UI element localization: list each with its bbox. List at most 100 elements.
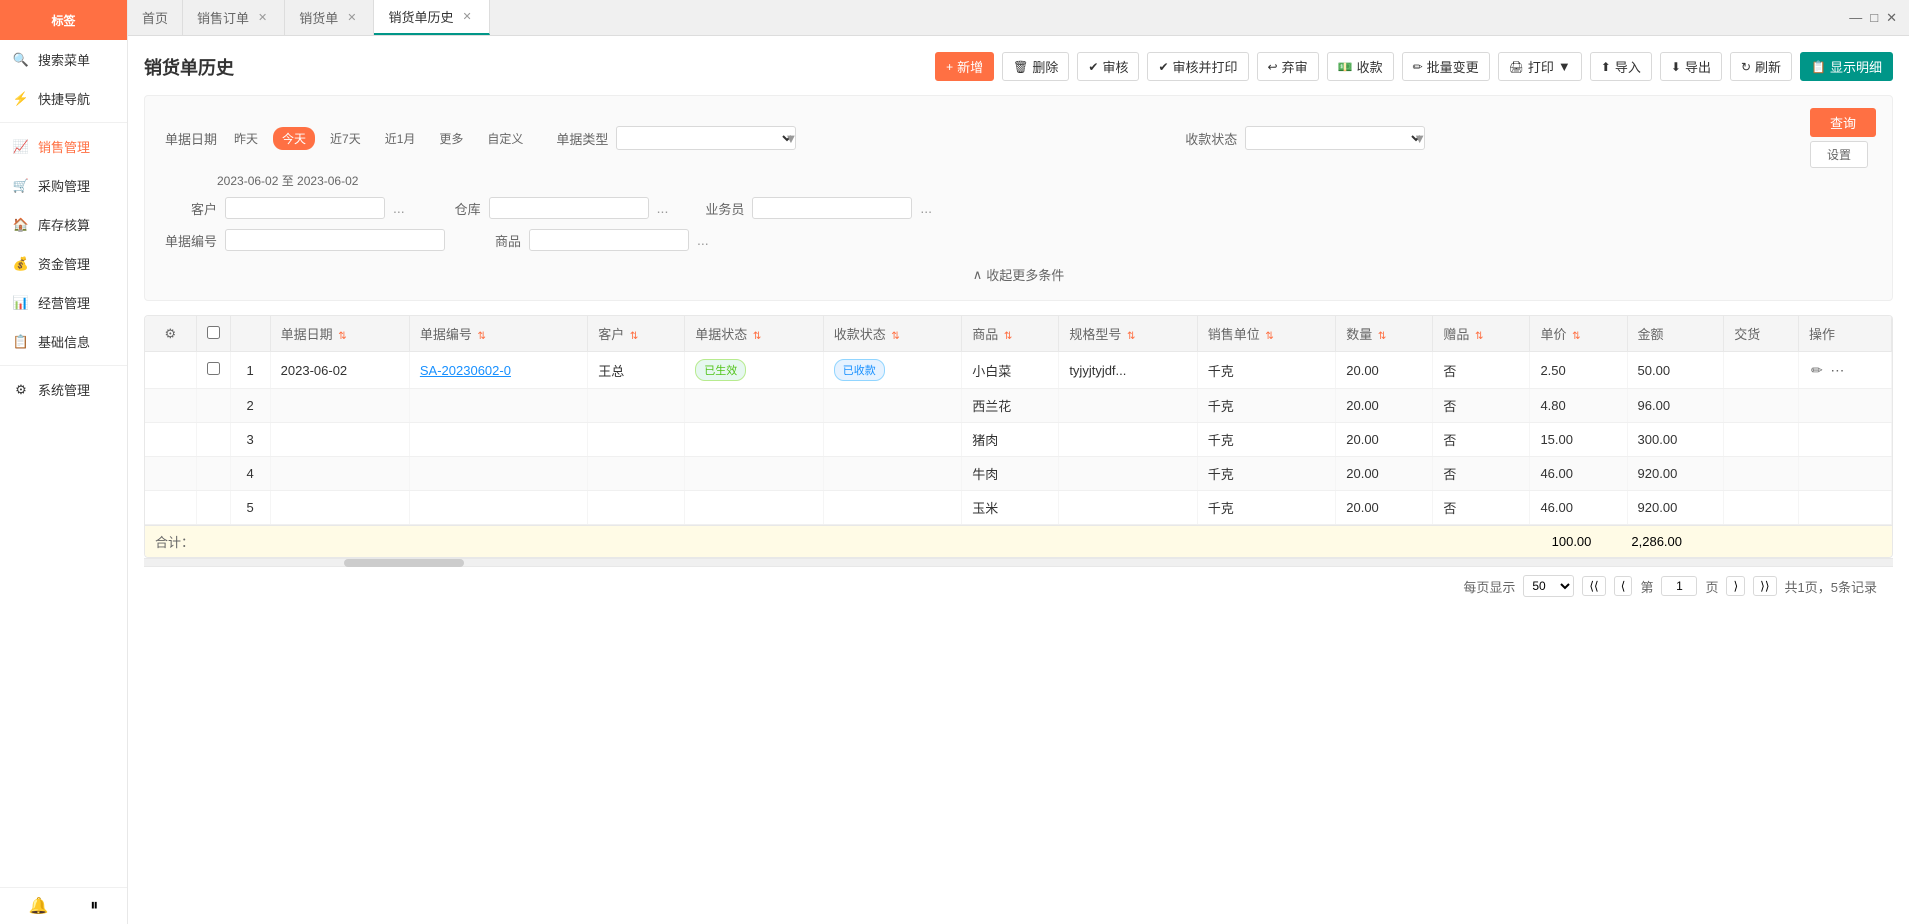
tab-sales-order[interactable]: 销售订单 ✕ [183,0,285,35]
cell-goods: 玉米 [962,491,1059,525]
warehouse-input[interactable] [489,197,649,219]
prev-page-btn[interactable]: ⟨ [1614,576,1633,596]
sidebar-item-base-info[interactable]: 📋 基础信息 [0,322,127,361]
import-button[interactable]: ⬆ 导入 [1590,52,1652,81]
customer-ellipsis[interactable]: ... [393,200,405,216]
notification-icon[interactable]: 🔔 [29,896,49,916]
cell-doc-no[interactable] [409,389,587,423]
export-button[interactable]: ⬇ 导出 [1660,52,1722,81]
scroll-thumb[interactable] [344,559,464,567]
sidebar-item-sys-mgmt[interactable]: ⚙ 系统管理 [0,370,127,409]
col-collect-status-label: 收款状态 [834,327,886,342]
first-page-btn[interactable]: ⟨⟨ [1582,576,1605,596]
col-collect-status[interactable]: 收款状态 ⇅ [823,316,961,352]
next-page-btn[interactable]: ⟩ [1726,576,1745,596]
sidebar-item-finance[interactable]: 💰 资金管理 [0,244,127,283]
show-detail-button[interactable]: 📋 显示明细 [1800,52,1893,81]
warehouse-ellipsis[interactable]: ... [657,200,669,216]
col-doc-date[interactable]: 单据日期 ⇅ [270,316,409,352]
print-button[interactable]: 🖨 打印 ▼ [1498,52,1582,81]
tab-sales-goods-close[interactable]: ✕ [344,10,359,25]
collapse-label: 收起更多条件 [986,265,1064,284]
refresh-button[interactable]: ↻ 刷新 [1730,52,1792,81]
base-info-icon: 📋 [12,333,30,351]
pause-icon[interactable]: ⏸ [90,897,98,915]
sort-goods-icon: ⇅ [1004,331,1012,342]
sidebar-item-operations[interactable]: 📊 经营管理 [0,283,127,322]
tab-sales-order-close[interactable]: ✕ [255,10,270,25]
date-btn-more[interactable]: 更多 [430,127,472,150]
goods-ellipsis[interactable]: ... [697,232,709,248]
col-settings[interactable]: ⚙ [145,316,196,352]
date-btn-today[interactable]: 今天 [273,127,315,150]
new-button[interactable]: + 新增 [935,52,994,81]
col-spec-type[interactable]: 规格型号 ⇅ [1059,316,1197,352]
tab-home[interactable]: 首页 [128,0,183,35]
filter-item-warehouse: 仓库 ... [425,197,669,219]
cell-doc-date [270,457,409,491]
col-unit-price[interactable]: 单价 ⇅ [1530,316,1627,352]
import-icon: ⬆ [1601,60,1611,74]
collect-status-label: 收款状态 [1181,129,1237,148]
cell-doc-no[interactable]: SA-20230602-0 [409,352,587,389]
table-wrapper: ⚙ 单据日期 ⇅ 单据编号 ⇅ [144,315,1893,558]
col-qty[interactable]: 数量 ⇅ [1336,316,1433,352]
cell-num: 4 [230,457,270,491]
doc-no-input[interactable] [225,229,445,251]
col-gift[interactable]: 赠品 ⇅ [1433,316,1530,352]
tab-sales-goods-history-close[interactable]: ✕ [460,9,475,24]
collect-status-select[interactable] [1245,126,1425,150]
sidebar-item-purchase-mgmt[interactable]: 🛒 采购管理 [0,166,127,205]
sidebar-item-inventory[interactable]: 🏠 库存核算 [0,205,127,244]
goods-input[interactable] [529,229,689,251]
page-input[interactable] [1661,576,1697,596]
close-btn[interactable]: ✕ [1886,10,1897,26]
customer-input[interactable] [225,197,385,219]
row-checkbox[interactable] [207,362,220,375]
tab-sales-goods-history[interactable]: 销货单历史 ✕ [374,0,489,35]
horizontal-scrollbar[interactable] [144,558,1893,566]
date-btn-yesterday[interactable]: 昨天 [225,127,267,150]
query-button[interactable]: 查询 [1810,108,1876,137]
delete-button[interactable]: 🗑 删除 [1002,52,1069,81]
maximize-btn[interactable]: □ [1870,10,1878,26]
batch-change-button[interactable]: ✏ 批量变更 [1402,52,1490,81]
date-btn-7days[interactable]: 近7天 [321,127,370,150]
staff-ellipsis[interactable]: ... [920,200,932,216]
cell-goods: 牛肉 [962,457,1059,491]
cell-doc-no[interactable] [409,423,587,457]
cell-actions [1799,423,1892,457]
staff-input[interactable] [752,197,912,219]
action-more-icon[interactable]: ⋯ [1828,360,1846,380]
collect-button[interactable]: 💵 收款 [1327,52,1394,81]
tab-sales-goods[interactable]: 销货单 ✕ [285,0,374,35]
doc-type-select[interactable] [616,126,796,150]
sidebar-item-search-menu[interactable]: 🔍 搜索菜单 [0,40,127,79]
cell-qty: 20.00 [1336,491,1433,525]
col-goods[interactable]: 商品 ⇅ [962,316,1059,352]
audit-print-button[interactable]: ✔ 审核并打印 [1147,52,1248,81]
minimize-btn[interactable]: — [1849,10,1862,26]
cell-doc-no[interactable] [409,491,587,525]
date-btn-1month[interactable]: 近1月 [376,127,425,150]
cell-sales-unit: 千克 [1197,491,1335,525]
col-unit-price-label: 单价 [1540,327,1566,342]
cell-doc-no[interactable] [409,457,587,491]
sidebar-item-quick-nav[interactable]: ⚡ 快捷导航 [0,79,127,118]
collapse-button[interactable]: ∧ 收起更多条件 [161,261,1876,288]
audit-button[interactable]: ✔ 审核 [1077,52,1139,81]
abandon-button[interactable]: ↩ 弃审 [1257,52,1319,81]
select-all-checkbox[interactable] [207,326,220,339]
last-page-btn[interactable]: ⟩⟩ [1753,576,1776,596]
setup-button[interactable]: 设置 [1810,141,1868,168]
doc-no-link[interactable]: SA-20230602-0 [420,363,511,378]
col-customer[interactable]: 客户 ⇅ [588,316,685,352]
page-size-select[interactable]: 50 20 100 [1523,575,1574,597]
col-sales-unit[interactable]: 销售单位 ⇅ [1197,316,1335,352]
col-doc-status[interactable]: 单据状态 ⇅ [685,316,823,352]
action-edit-icon[interactable]: ✏ [1809,360,1825,380]
date-btn-custom[interactable]: 自定义 [478,127,532,150]
cell-check [196,491,230,525]
sidebar-item-sales-mgmt[interactable]: 📈 销售管理 [0,127,127,166]
col-doc-no[interactable]: 单据编号 ⇅ [409,316,587,352]
